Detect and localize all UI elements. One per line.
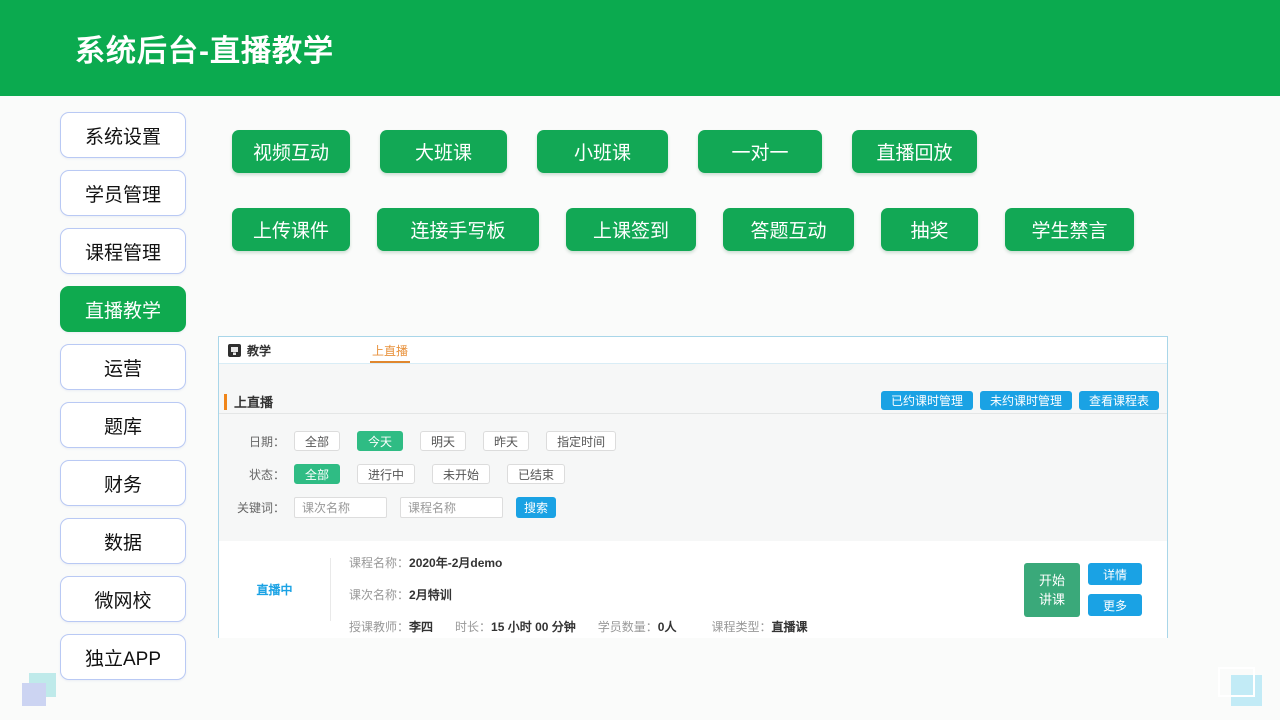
feature-class-signin[interactable]: 上课签到	[566, 208, 696, 251]
sidebar-item-live-teaching[interactable]: 直播教学	[60, 286, 186, 332]
booked-lessons-button[interactable]: 已约课时管理	[881, 391, 973, 410]
date-chip-yesterday[interactable]: 昨天	[483, 431, 529, 451]
sidebar-item-system-settings[interactable]: 系统设置	[60, 112, 186, 158]
page-header: 系统后台-直播教学	[0, 0, 1280, 96]
feature-buttons: 视频互动 大班课 小班课 一对一 直播回放 上传课件 连接手写板 上课签到 答题…	[232, 130, 1192, 251]
filter-row-date: 日期： 全部 今天 明天 昨天 指定时间	[233, 431, 1167, 451]
feature-row-1: 视频互动 大班课 小班课 一对一 直播回放	[232, 130, 1192, 173]
session-name-value: 2月特训	[409, 586, 452, 603]
panel-section: 上直播 已约课时管理 未约课时管理 查看课程表 日期： 全部 今天 明天 昨天	[219, 364, 1167, 541]
course-name-value: 2020年-2月demo	[409, 554, 502, 571]
feature-small-class[interactable]: 小班课	[537, 130, 668, 173]
sidebar-item-data[interactable]: 数据	[60, 518, 186, 564]
section-title: 上直播	[234, 392, 273, 411]
status-chip-ongoing[interactable]: 进行中	[357, 464, 415, 484]
feature-large-class[interactable]: 大班课	[380, 130, 507, 173]
teacher-label: 授课教师：	[349, 618, 409, 635]
type-meta: 课程类型： 直播课	[711, 618, 807, 635]
course-meta-line: 授课教师： 李四 时长： 15 小时 00 分钟 学员数量： 0人 课程类型： …	[349, 618, 1024, 635]
course-actions: 开始 讲课 详情 更多	[1024, 541, 1167, 638]
panel-nav: 教学 上直播	[219, 337, 1167, 364]
head-actions: 已约课时管理 未约课时管理 查看课程表	[881, 367, 1159, 410]
type-label: 课程类型：	[711, 618, 771, 635]
feature-upload-courseware[interactable]: 上传课件	[232, 208, 350, 251]
duration-meta: 时长： 15 小时 00 分钟	[455, 618, 576, 635]
status-chip-ended[interactable]: 已结束	[507, 464, 565, 484]
date-chip-all[interactable]: 全部	[294, 431, 340, 451]
section-head: 上直播 已约课时管理 未约课时管理 查看课程表	[219, 364, 1167, 414]
session-name-input[interactable]	[294, 497, 387, 518]
feature-video-interaction[interactable]: 视频互动	[232, 130, 350, 173]
course-details: 课程名称： 2020年-2月demo 课次名称： 2月特训 授课教师： 李四 时…	[331, 541, 1024, 638]
course-row: 直播中 课程名称： 2020年-2月demo 课次名称： 2月特训 授课教师： …	[219, 541, 1167, 638]
feature-lottery[interactable]: 抽奖	[881, 208, 978, 251]
feature-mute-students[interactable]: 学生禁言	[1005, 208, 1134, 251]
filter-row-keyword: 关键词： 搜索	[233, 497, 1167, 518]
course-name-line: 课程名称： 2020年-2月demo	[349, 554, 1024, 571]
start-teaching-line2: 讲课	[1039, 590, 1065, 609]
more-button[interactable]: 更多	[1088, 594, 1142, 616]
sidebar-item-course-management[interactable]: 课程管理	[60, 228, 186, 274]
feature-live-replay[interactable]: 直播回放	[852, 130, 977, 173]
feature-row-2: 上传课件 连接手写板 上课签到 答题互动 抽奖 学生禁言	[232, 208, 1192, 251]
status-chip-notstarted[interactable]: 未开始	[432, 464, 490, 484]
status-chips: 全部 进行中 未开始 已结束	[294, 464, 565, 484]
keyword-filter-label: 关键词：	[233, 499, 285, 516]
filter-row-status: 状态： 全部 进行中 未开始 已结束	[233, 464, 1167, 484]
sidebar-item-operations[interactable]: 运营	[60, 344, 186, 390]
start-teaching-button[interactable]: 开始 讲课	[1024, 563, 1080, 617]
session-name-label: 课次名称：	[349, 586, 409, 603]
students-value: 0人	[658, 618, 677, 635]
feature-quiz-interaction[interactable]: 答题互动	[723, 208, 854, 251]
decoration-square-outline	[1218, 667, 1255, 697]
decoration-square-lavender	[22, 683, 46, 706]
date-chip-tomorrow[interactable]: 明天	[420, 431, 466, 451]
date-chip-custom[interactable]: 指定时间	[546, 431, 616, 451]
course-name-input[interactable]	[400, 497, 503, 518]
section-accent-bar	[224, 394, 227, 410]
sidebar-item-standalone-app[interactable]: 独立APP	[60, 634, 186, 680]
teacher-meta: 授课教师： 李四	[349, 618, 433, 635]
sidebar-item-micro-school[interactable]: 微网校	[60, 576, 186, 622]
session-name-line: 课次名称： 2月特训	[349, 586, 1024, 603]
status-filter-label: 状态：	[233, 466, 285, 483]
date-filter-label: 日期：	[233, 433, 285, 450]
section-title-wrap: 上直播	[224, 366, 273, 411]
course-status-badge: 直播中	[219, 541, 330, 638]
panel-app-label: 教学	[247, 342, 271, 359]
feature-one-on-one[interactable]: 一对一	[698, 130, 822, 173]
view-timetable-button[interactable]: 查看课程表	[1079, 391, 1159, 410]
date-chips: 全部 今天 明天 昨天 指定时间	[294, 431, 616, 451]
course-name-label: 课程名称：	[349, 554, 409, 571]
teacher-value: 李四	[409, 618, 433, 635]
teaching-board-icon	[228, 344, 241, 357]
feature-connect-tablet[interactable]: 连接手写板	[377, 208, 539, 251]
admin-panel: 教学 上直播 上直播 已约课时管理 未约课时管理 查看课程表 日期：	[218, 336, 1168, 638]
unbooked-lessons-button[interactable]: 未约课时管理	[980, 391, 1072, 410]
detail-button[interactable]: 详情	[1088, 563, 1142, 585]
page-title: 系统后台-直播教学	[75, 26, 334, 70]
filters: 日期： 全部 今天 明天 昨天 指定时间 状态： 全部 进行中 未开始	[219, 414, 1167, 518]
students-meta: 学员数量： 0人	[598, 618, 677, 635]
sidebar-item-finance[interactable]: 财务	[60, 460, 186, 506]
sidebar-item-question-bank[interactable]: 题库	[60, 402, 186, 448]
search-button[interactable]: 搜索	[516, 497, 556, 518]
start-teaching-line1: 开始	[1039, 571, 1065, 590]
tab-go-live[interactable]: 上直播	[362, 337, 418, 363]
duration-value: 15 小时 00 分钟	[491, 618, 576, 635]
students-label: 学员数量：	[598, 618, 658, 635]
sidebar-item-student-management[interactable]: 学员管理	[60, 170, 186, 216]
duration-label: 时长：	[455, 618, 491, 635]
detail-more-stack: 详情 更多	[1088, 563, 1142, 616]
date-chip-today[interactable]: 今天	[357, 431, 403, 451]
status-chip-all[interactable]: 全部	[294, 464, 340, 484]
screen: 系统后台-直播教学 系统设置 学员管理 课程管理 直播教学 运营 题库 财务 数…	[0, 0, 1280, 720]
sidebar: 系统设置 学员管理 课程管理 直播教学 运营 题库 财务 数据 微网校 独立AP…	[60, 112, 186, 692]
type-value: 直播课	[771, 618, 807, 635]
